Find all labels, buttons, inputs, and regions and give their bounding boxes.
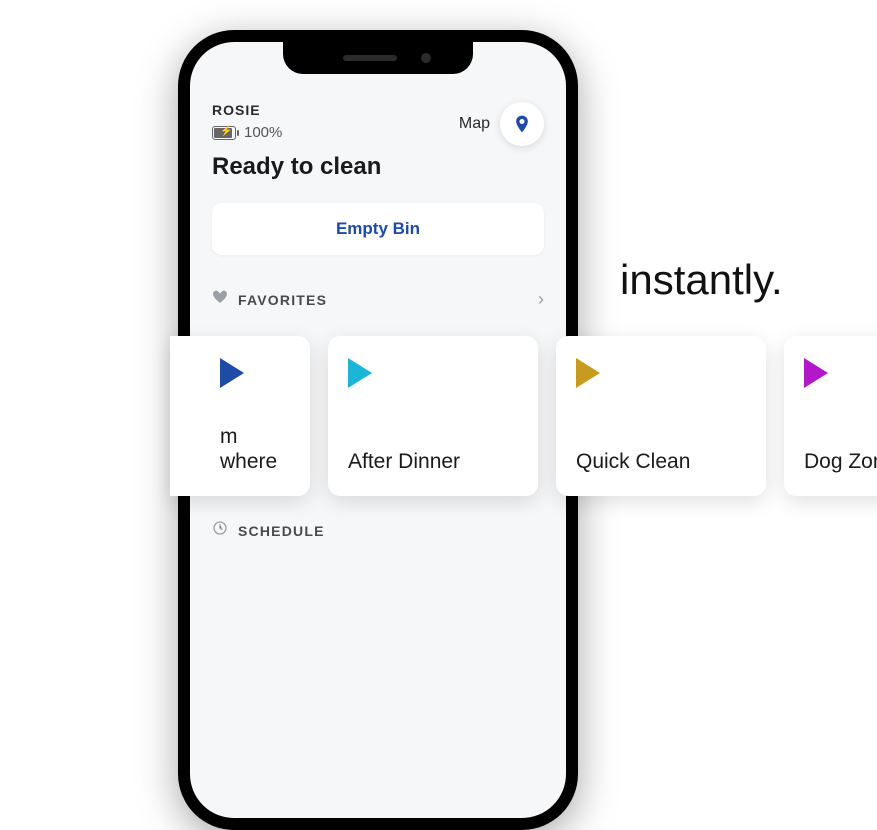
favorites-header[interactable]: FAVORITES ›	[212, 289, 544, 310]
play-icon	[576, 358, 600, 388]
phone-notch	[283, 42, 473, 74]
heart-icon	[212, 289, 228, 310]
status-text: Ready to clean	[212, 153, 459, 181]
favorites-cards-row[interactable]: m where After Dinner Quick Clean Dog Zon…	[170, 336, 877, 496]
favorite-card[interactable]: Dog Zone	[784, 336, 877, 496]
empty-bin-label: Empty Bin	[336, 219, 420, 239]
favorite-card[interactable]: After Dinner	[328, 336, 538, 496]
battery-status: ⚡ 100%	[212, 124, 459, 141]
favorites-label: FAVORITES	[238, 292, 528, 308]
play-icon	[348, 358, 372, 388]
schedule-label: SCHEDULE	[238, 523, 544, 539]
device-name: ROSIE	[212, 102, 459, 118]
empty-bin-button[interactable]: Empty Bin	[212, 203, 544, 255]
play-icon	[220, 358, 244, 388]
map-button[interactable]	[500, 102, 544, 146]
map-label[interactable]: Map	[459, 115, 490, 133]
schedule-header[interactable]: SCHEDULE	[212, 520, 544, 541]
clock-icon	[212, 520, 228, 541]
tagline-text: instantly.	[620, 256, 783, 304]
favorite-card-label: m where	[220, 424, 290, 474]
play-icon	[804, 358, 828, 388]
chevron-right-icon: ›	[538, 289, 544, 310]
favorite-card-label: Dog Zone	[804, 449, 877, 474]
battery-icon: ⚡	[212, 126, 236, 140]
favorite-card[interactable]: m where	[170, 336, 310, 496]
map-pin-icon	[512, 114, 532, 134]
favorite-card[interactable]: Quick Clean	[556, 336, 766, 496]
favorite-card-label: After Dinner	[348, 449, 518, 474]
battery-percent: 100%	[244, 124, 282, 141]
favorite-card-label: Quick Clean	[576, 449, 746, 474]
